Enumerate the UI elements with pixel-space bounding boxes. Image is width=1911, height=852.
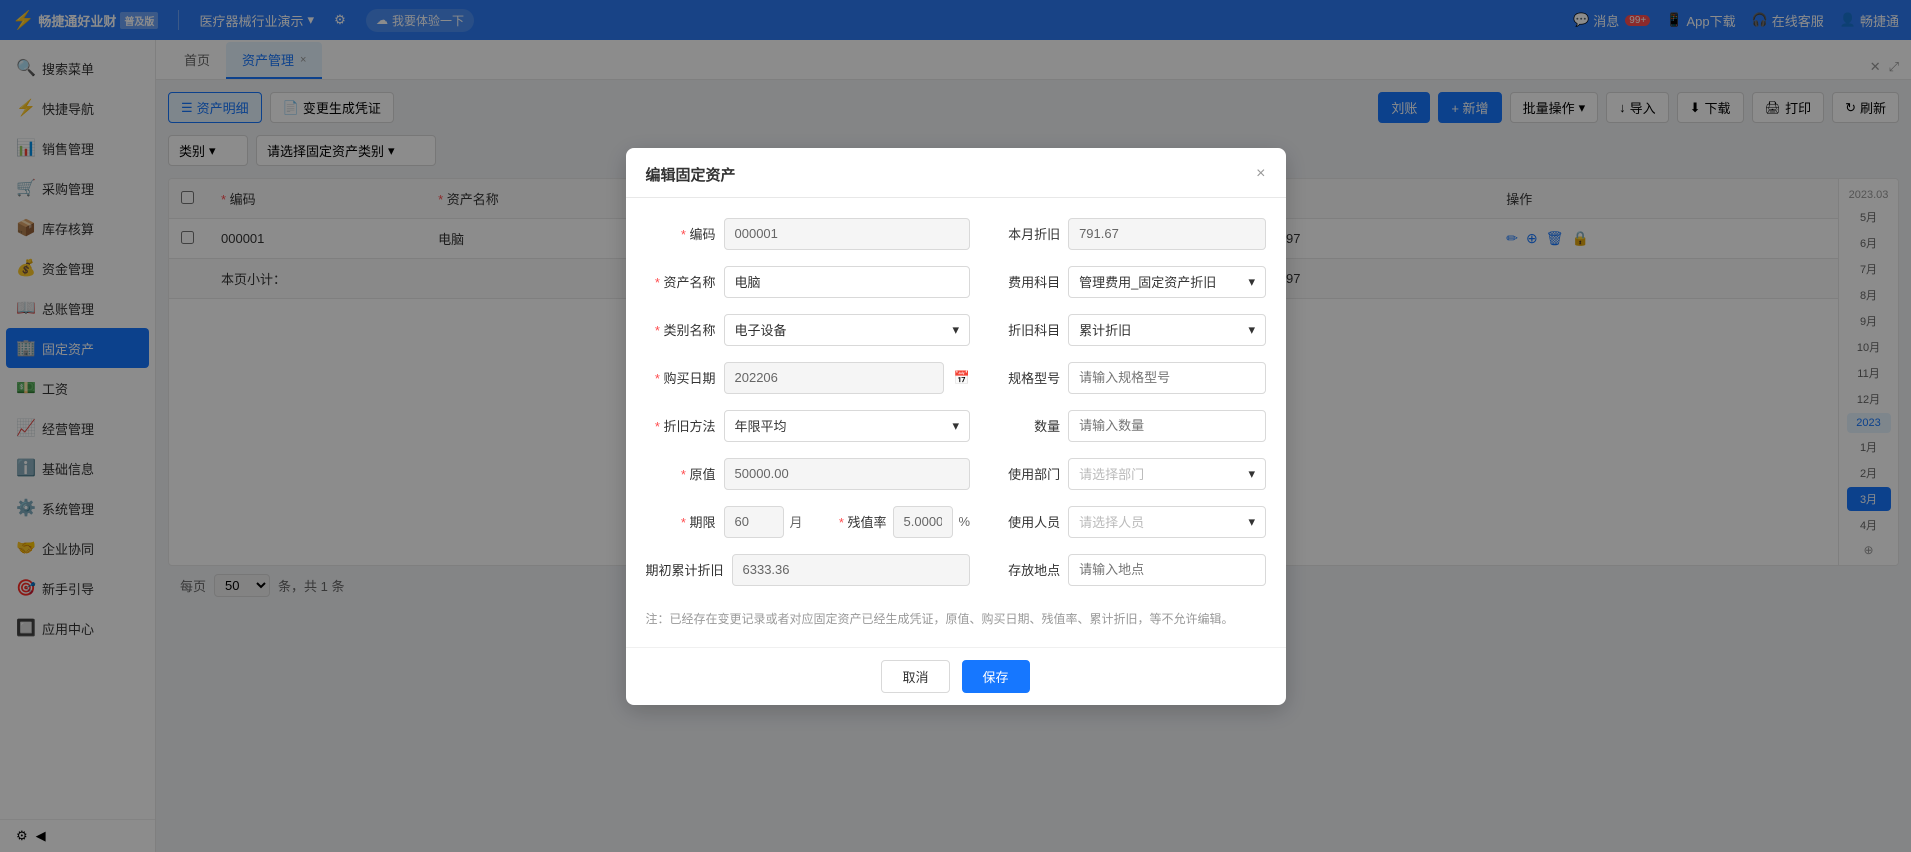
form-item-purchase-date: 购买日期 📅 — [646, 362, 971, 394]
dep-subject-select[interactable]: 累计折旧 ▾ — [1068, 314, 1266, 346]
expense-subject-select[interactable]: 管理费用_固定资产折旧 ▾ — [1068, 266, 1266, 298]
form-item-quantity: 数量 — [990, 410, 1266, 442]
user-placeholder: 请选择人员 — [1079, 512, 1144, 531]
expense-subject-chevron: ▾ — [1249, 274, 1256, 290]
expense-subject-value: 管理费用_固定资产折旧 — [1079, 272, 1216, 291]
user-label: 使用人员 — [990, 512, 1060, 531]
modal-overlay: 编辑固定资产 × 编码 本月折旧 资产名称 — [0, 0, 1911, 852]
residual-rate-label: 残值率 — [817, 512, 887, 531]
period-unit: 月 — [790, 512, 803, 531]
dep-method-chevron: ▾ — [953, 418, 960, 434]
form-item-initial-depreciation: 期初累计折旧 — [646, 554, 971, 586]
dep-method-label: 折旧方法 — [646, 416, 716, 435]
residual-rate-input — [893, 506, 953, 538]
form-item-period: 期限 月 残值率 % — [646, 506, 971, 538]
user-chevron: ▾ — [1249, 514, 1256, 530]
code-input — [724, 218, 971, 250]
form-item-original-value: 原值 — [646, 458, 971, 490]
dep-method-value: 年限平均 — [735, 416, 787, 435]
form-note: 注：已经存在变更记录或者对应固定资产已经生成凭证，原值、购买日期、残值率、累计折… — [646, 602, 1267, 627]
category-name-label: 类别名称 — [646, 320, 716, 339]
form-item-category: 类别名称 电子设备 ▾ — [646, 314, 971, 346]
storage-input[interactable] — [1068, 554, 1266, 586]
form-item-code: 编码 — [646, 218, 971, 250]
department-label: 使用部门 — [990, 464, 1060, 483]
dep-method-select[interactable]: 年限平均 ▾ — [724, 410, 971, 442]
storage-label: 存放地点 — [990, 560, 1060, 579]
save-button[interactable]: 保存 — [962, 660, 1030, 693]
period-residual-row: 月 残值率 % — [724, 506, 971, 538]
quantity-input[interactable] — [1068, 410, 1266, 442]
spec-input[interactable] — [1068, 362, 1266, 394]
dep-subject-chevron: ▾ — [1249, 322, 1256, 338]
period-input — [724, 506, 784, 538]
asset-name-input[interactable] — [724, 266, 971, 298]
monthly-dep-input — [1068, 218, 1266, 250]
initial-dep-label: 期初累计折旧 — [646, 560, 724, 579]
cancel-button[interactable]: 取消 — [881, 660, 949, 693]
category-name-select[interactable]: 电子设备 ▾ — [724, 314, 971, 346]
form-item-spec: 规格型号 — [990, 362, 1266, 394]
form-grid: 编码 本月折旧 资产名称 费用科目 管理费用_固定资产折旧 — [646, 218, 1266, 627]
dep-subject-label: 折旧科目 — [990, 320, 1060, 339]
residual-rate-unit: % — [959, 514, 971, 529]
initial-dep-input — [732, 554, 971, 586]
original-value-input — [724, 458, 971, 490]
quantity-label: 数量 — [990, 416, 1060, 435]
dep-subject-value: 累计折旧 — [1079, 320, 1131, 339]
spec-label: 规格型号 — [990, 368, 1060, 387]
purchase-date-input — [724, 362, 944, 394]
monthly-dep-label: 本月折旧 — [990, 224, 1060, 243]
form-item-expense-subject: 费用科目 管理费用_固定资产折旧 ▾ — [990, 266, 1266, 298]
purchase-date-row: 📅 — [724, 362, 971, 394]
department-chevron: ▾ — [1249, 466, 1256, 482]
form-item-dep-method: 折旧方法 年限平均 ▾ — [646, 410, 971, 442]
department-placeholder: 请选择部门 — [1079, 464, 1144, 483]
form-item-storage: 存放地点 — [990, 554, 1266, 586]
modal-title: 编辑固定资产 — [646, 164, 736, 185]
form-item-asset-name: 资产名称 — [646, 266, 971, 298]
calendar-icon[interactable]: 📅 — [954, 370, 970, 386]
edit-asset-modal: 编辑固定资产 × 编码 本月折旧 资产名称 — [626, 148, 1286, 705]
original-value-label: 原值 — [646, 464, 716, 483]
user-select[interactable]: 请选择人员 ▾ — [1068, 506, 1266, 538]
form-item-monthly-depreciation: 本月折旧 — [990, 218, 1266, 250]
code-label: 编码 — [646, 224, 716, 243]
category-name-chevron: ▾ — [953, 322, 960, 338]
form-item-user: 使用人员 请选择人员 ▾ — [990, 506, 1266, 538]
modal-header: 编辑固定资产 × — [626, 148, 1286, 198]
expense-subject-label: 费用科目 — [990, 272, 1060, 291]
form-item-dep-subject: 折旧科目 累计折旧 ▾ — [990, 314, 1266, 346]
period-label: 期限 — [646, 512, 716, 531]
department-select[interactable]: 请选择部门 ▾ — [1068, 458, 1266, 490]
modal-footer: 取消 保存 — [626, 647, 1286, 705]
asset-name-label: 资产名称 — [646, 272, 716, 291]
form-item-department: 使用部门 请选择部门 ▾ — [990, 458, 1266, 490]
modal-close-button[interactable]: × — [1256, 165, 1265, 183]
modal-body: 编码 本月折旧 资产名称 费用科目 管理费用_固定资产折旧 — [626, 198, 1286, 647]
category-name-value: 电子设备 — [735, 320, 787, 339]
purchase-date-label: 购买日期 — [646, 368, 716, 387]
